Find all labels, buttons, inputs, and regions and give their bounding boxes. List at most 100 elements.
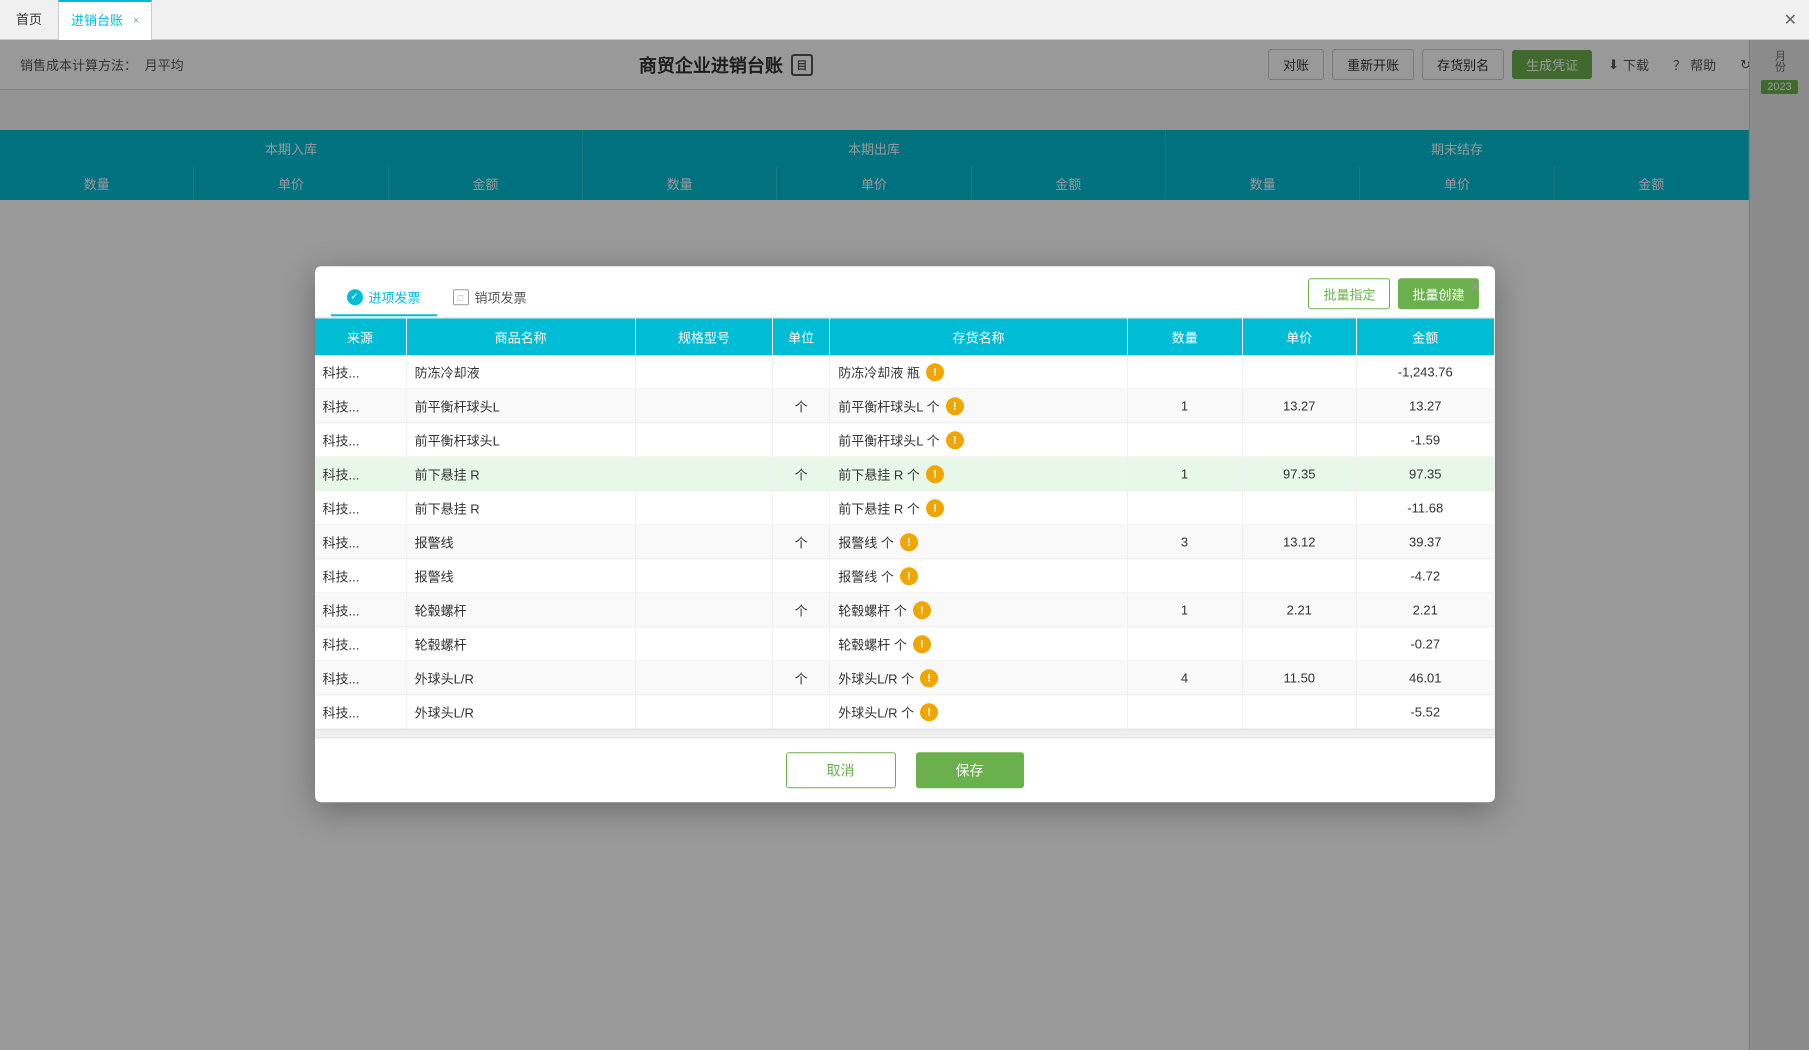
save-button[interactable]: 保存 xyxy=(916,752,1024,788)
cell-product-name: 报警线 xyxy=(406,525,635,559)
inventory-name-text: 外球头L/R 个 xyxy=(838,702,914,721)
table-row: 科技...前平衡杆球头L个前平衡杆球头L 个!113.2713.27 xyxy=(315,389,1495,423)
modal-table[interactable]: 来源 商品名称 规格型号 单位 存货名称 数量 单价 金额 科技...防冻冷却液… xyxy=(315,318,1495,729)
cell-source: 科技... xyxy=(315,355,407,389)
cell-amount: 13.27 xyxy=(1357,389,1494,423)
batch-specify-button[interactable]: 批量指定 xyxy=(1308,278,1390,309)
cancel-button[interactable]: 取消 xyxy=(786,752,896,788)
cell-amount: -11.68 xyxy=(1357,491,1494,525)
cell-inventory-name: 报警线 个! xyxy=(830,559,1127,592)
cell-quantity: 1 xyxy=(1128,457,1243,491)
inventory-name-text: 防冻冷却液 瓶 xyxy=(838,362,920,381)
cell-amount: 2.21 xyxy=(1357,593,1494,627)
table-row: 科技...前下悬挂 R前下悬挂 R 个!-11.68 xyxy=(315,491,1495,525)
inventory-name-text: 前平衡杆球头L 个 xyxy=(838,430,939,449)
cell-unit-price: 97.35 xyxy=(1242,457,1357,491)
tab-outgoing-invoice[interactable]: □ 销项发票 xyxy=(437,279,543,316)
cell-source: 科技... xyxy=(315,593,407,627)
cell-quantity: 4 xyxy=(1128,661,1243,695)
cell-inventory-name: 前下悬挂 R 个! xyxy=(830,491,1127,524)
table-row: 科技...轮毂螺杆个轮毂螺杆 个!12.212.21 xyxy=(315,593,1495,627)
cell-inventory-name: 轮毂螺杆 个! xyxy=(830,593,1127,626)
warning-icon: ! xyxy=(946,431,964,449)
warning-icon: ! xyxy=(900,533,918,551)
cell-amount: -0.27 xyxy=(1357,627,1494,661)
cell-unit xyxy=(773,695,830,729)
inventory-name-text: 前平衡杆球头L 个 xyxy=(838,396,939,415)
cell-inventory-name: 报警线 个! xyxy=(830,525,1127,558)
cell-unit-price: 2.21 xyxy=(1242,593,1357,627)
cell-quantity xyxy=(1128,559,1243,593)
inventory-name-text: 轮毂螺杆 个 xyxy=(838,600,907,619)
table-row: 科技...前下悬挂 R个前下悬挂 R 个!197.3597.35 xyxy=(315,457,1495,491)
cell-unit: 个 xyxy=(773,457,830,491)
cell-amount: -1.59 xyxy=(1357,423,1494,457)
modal-close-icon[interactable]: × xyxy=(1470,276,1481,297)
inventory-name-text: 报警线 个 xyxy=(838,532,894,551)
modal-footer: 取消 保存 xyxy=(315,737,1495,802)
table-row: 科技...报警线个报警线 个!313.1239.37 xyxy=(315,525,1495,559)
table-row: 科技...外球头L/R个外球头L/R 个!411.5046.01 xyxy=(315,661,1495,695)
cell-amount: -4.72 xyxy=(1357,559,1494,593)
cell-unit-price xyxy=(1242,559,1357,593)
warning-icon: ! xyxy=(913,635,931,653)
cell-spec xyxy=(635,423,772,457)
col-unit: 单位 xyxy=(773,318,830,355)
cell-spec xyxy=(635,559,772,593)
warning-icon: ! xyxy=(926,465,944,483)
cell-amount: 39.37 xyxy=(1357,525,1494,559)
cell-spec xyxy=(635,525,772,559)
cell-spec xyxy=(635,355,772,389)
warning-icon: ! xyxy=(913,601,931,619)
cell-source: 科技... xyxy=(315,559,407,593)
cell-product-name: 前平衡杆球头L xyxy=(406,389,635,423)
horizontal-scrollbar[interactable] xyxy=(315,729,1495,737)
col-inventory-name: 存货名称 xyxy=(830,318,1128,355)
cell-unit-price: 13.27 xyxy=(1242,389,1357,423)
cell-unit-price xyxy=(1242,491,1357,525)
cell-amount: -5.52 xyxy=(1357,695,1494,729)
warning-icon: ! xyxy=(926,363,944,381)
cell-source: 科技... xyxy=(315,627,407,661)
cell-source: 科技... xyxy=(315,423,407,457)
main-area: 销售成本计算方法： 月平均 商贸企业进销台账 目 对账 重新开账 存货别名 生成… xyxy=(0,40,1809,1050)
cell-product-name: 轮毂螺杆 xyxy=(406,593,635,627)
cell-amount: 46.01 xyxy=(1357,661,1494,695)
app-close-icon[interactable]: ✕ xyxy=(1784,12,1797,29)
tab-incoming-invoice[interactable]: ✓ 进项发票 xyxy=(331,279,437,316)
cell-spec xyxy=(635,457,772,491)
cell-inventory-name: 轮毂螺杆 个! xyxy=(830,627,1127,660)
tab-home[interactable]: 首页 xyxy=(0,0,58,40)
inventory-name-text: 外球头L/R 个 xyxy=(838,668,914,687)
cell-inventory-name: 外球头L/R 个! xyxy=(830,661,1127,694)
inventory-name-text: 前下悬挂 R 个 xyxy=(838,498,920,517)
cell-product-name: 外球头L/R xyxy=(406,661,635,695)
cell-inventory-name: 前平衡杆球头L 个! xyxy=(830,389,1127,422)
cell-unit xyxy=(773,423,830,457)
cell-unit: 个 xyxy=(773,389,830,423)
outgoing-tab-icon: □ xyxy=(453,289,469,305)
tab-close-icon[interactable]: × xyxy=(133,2,139,40)
cell-quantity: 1 xyxy=(1128,389,1243,423)
cell-inventory-name: 前下悬挂 R 个! xyxy=(830,457,1127,490)
top-bar-right: ✕ xyxy=(1784,10,1809,30)
tab-active[interactable]: 进销台账 × xyxy=(58,0,152,40)
cell-unit: 个 xyxy=(773,525,830,559)
cell-product-name: 前平衡杆球头L xyxy=(406,423,635,457)
cell-unit-price xyxy=(1242,627,1357,661)
cell-product-name: 前下悬挂 R xyxy=(406,491,635,525)
top-bar: 首页 进销台账 × ✕ xyxy=(0,0,1809,40)
cell-source: 科技... xyxy=(315,695,407,729)
cell-inventory-name: 前平衡杆球头L 个! xyxy=(830,423,1127,456)
cell-unit: 个 xyxy=(773,661,830,695)
batch-create-button[interactable]: 批量创建 xyxy=(1398,278,1478,309)
warning-icon: ! xyxy=(926,499,944,517)
cell-quantity xyxy=(1128,355,1243,389)
cell-unit xyxy=(773,627,830,661)
cell-source: 科技... xyxy=(315,389,407,423)
cell-spec xyxy=(635,389,772,423)
inventory-name-text: 轮毂螺杆 个 xyxy=(838,634,907,653)
cell-quantity xyxy=(1128,695,1243,729)
cell-inventory-name: 防冻冷却液 瓶! xyxy=(830,355,1127,388)
cell-unit-price xyxy=(1242,423,1357,457)
